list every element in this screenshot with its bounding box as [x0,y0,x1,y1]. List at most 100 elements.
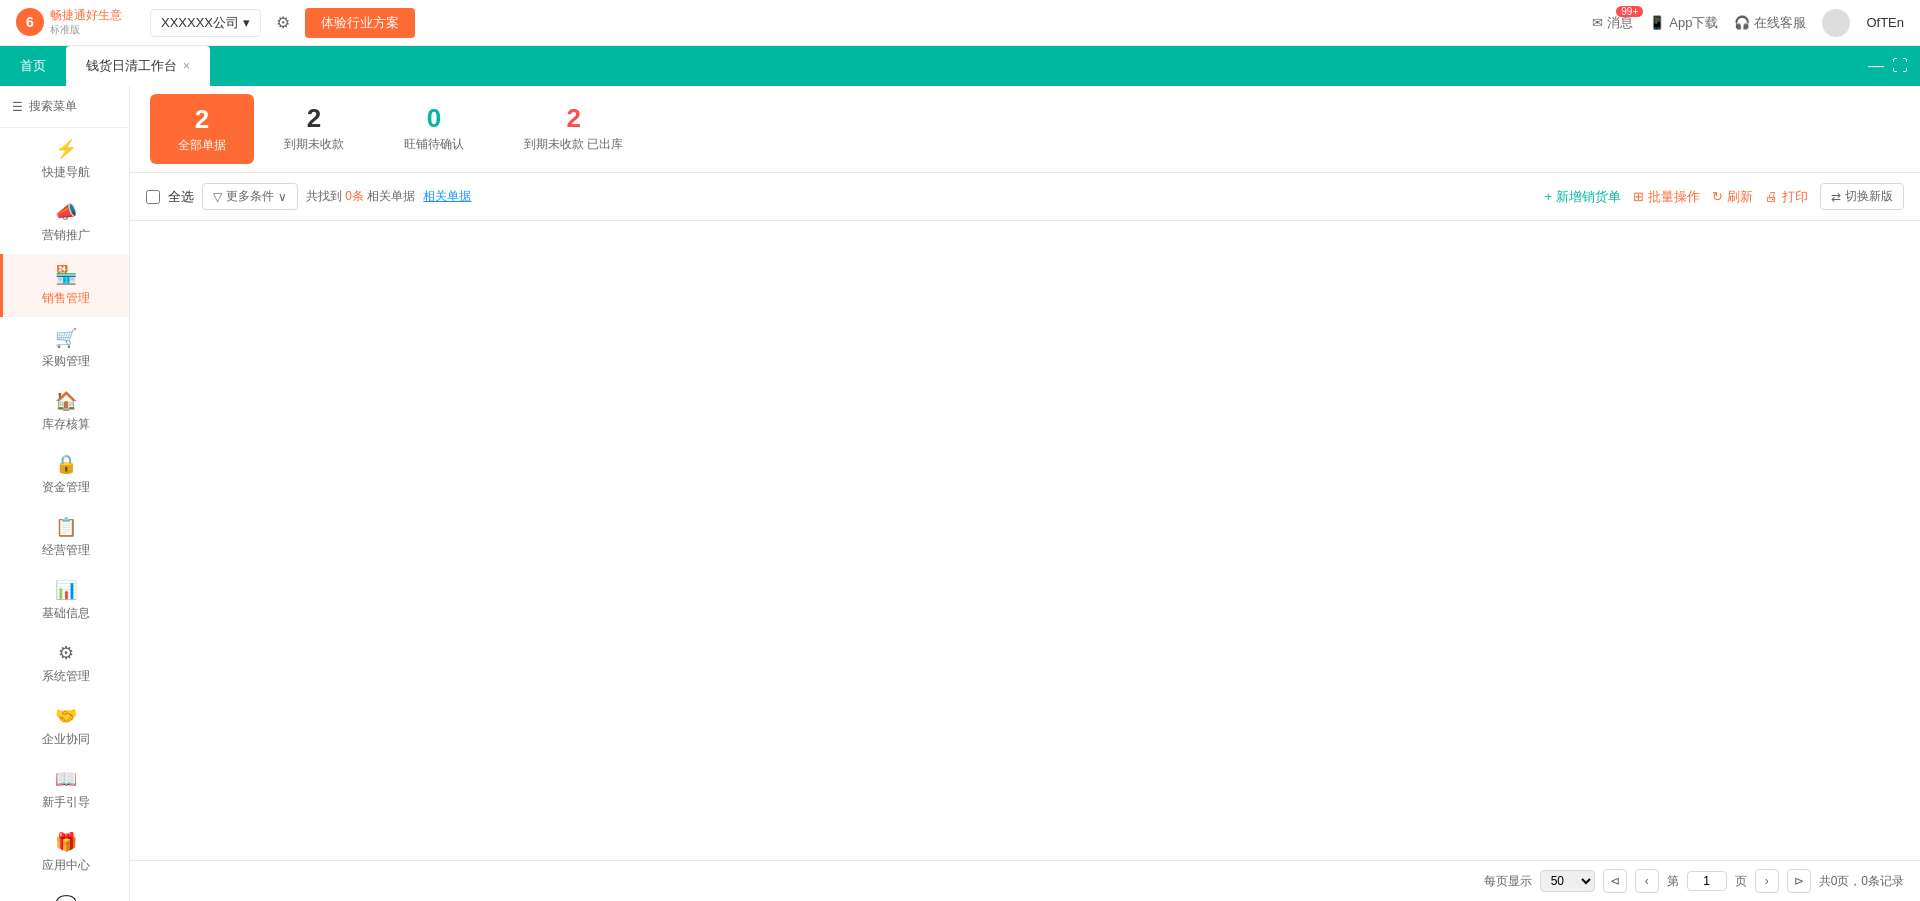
sidebar-label-app-center: 应用中心 [42,857,90,874]
megaphone-icon: 📣 [55,201,77,223]
topbar-left: 6 畅捷通好生意 标准版 XXXXXX公司 ▾ ⚙ 体验行业方案 [16,8,415,38]
stat-card-pending[interactable]: 0 旺铺待确认 [374,86,494,172]
page-size-label: 每页显示 [1484,873,1532,890]
logo-text: 畅捷通好生意 [50,8,122,22]
search-icon: ☰ [12,100,23,114]
print-button[interactable]: 🖨 打印 [1765,188,1808,206]
page-text: 第 [1667,873,1679,890]
settings-button[interactable]: ⚙ [269,9,297,37]
sidebar-item-purchase[interactable]: 🛒 采购管理 [0,317,129,380]
sidebar-item-operations[interactable]: 📋 经营管理 [0,506,129,569]
sidebar-item-basic-info[interactable]: 📊 基础信息 [0,569,129,632]
result-prefix: 共找到 [306,189,342,203]
sidebar-item-corp-wechat[interactable]: 💬 企业微信 [0,884,129,901]
stat-count-overdue: 2 [307,103,321,134]
stat-label-pending: 旺铺待确认 [404,136,464,153]
tab-close-icon[interactable]: × [183,59,190,73]
trial-button[interactable]: 体验行业方案 [305,8,415,38]
page-size-select[interactable]: 50 10 20 100 [1540,870,1595,892]
minimize-icon[interactable]: — [1868,57,1884,75]
page-number-input[interactable] [1687,871,1727,891]
stat-count-pending: 0 [427,103,441,134]
sidebar-item-finance[interactable]: 🔒 资金管理 [0,443,129,506]
first-page-button[interactable]: ⊲ [1603,869,1627,893]
sidebar-item-app-center[interactable]: 🎁 应用中心 [0,821,129,884]
refresh-button[interactable]: ↻ 刷新 [1712,188,1753,206]
sidebar-label-operations: 经营管理 [42,542,90,559]
filter-button[interactable]: ▽ 更多条件 ∨ [202,183,298,210]
switch-icon: ⇄ [1831,190,1841,204]
headset-icon: 🎧 [1734,15,1750,30]
switch-version-button[interactable]: ⇄ 切换新版 [1820,183,1904,210]
related-docs-link[interactable]: 相关单据 [423,188,471,205]
tab-qianhuoricheig[interactable]: 钱货日清工作台 × [66,46,210,86]
sidebar-item-guide[interactable]: 📖 新手引导 [0,758,129,821]
logo-area: 6 畅捷通好生意 标准版 [16,8,122,36]
book-icon: 📖 [55,768,77,790]
sidebar-item-marketing[interactable]: 📣 营销推广 [0,191,129,254]
batch-label: 批量操作 [1648,188,1700,206]
sidebar-label-marketing: 营销推广 [42,227,90,244]
warehouse-icon: 🏠 [55,390,77,412]
stat-card-overdue-out[interactable]: 2 到期未收款 已出库 [494,86,653,172]
company-name: XXXXXX公司 [161,14,239,32]
refresh-label: 刷新 [1727,188,1753,206]
add-sales-order-button[interactable]: + 新增销货单 [1544,188,1621,206]
batch-icon: ⊞ [1633,189,1644,204]
logo-icon: 6 [16,8,44,36]
refresh-icon: ↻ [1712,189,1723,204]
sidebar-label-sales: 销售管理 [42,290,90,307]
stat-cards: 2 全部单据 2 到期未收款 0 旺铺待确认 2 到期未收款 已出库 [130,86,1920,173]
online-service-button[interactable]: 🎧 在线客服 [1734,14,1806,32]
nav-actions: — ⛶ [1868,57,1920,75]
stat-label-overdue-out: 到期未收款 已出库 [524,136,623,153]
phone-icon: 📱 [1649,15,1665,30]
prev-page-button[interactable]: ‹ [1635,869,1659,893]
logo-sub: 标准版 [50,23,122,37]
search-menu-item[interactable]: ☰ 搜索菜单 [0,86,129,128]
company-selector[interactable]: XXXXXX公司 ▾ [150,9,261,37]
sidebar-label-corp-coop: 企业协同 [42,731,90,748]
chevron-icon: ∨ [278,190,287,204]
switch-label: 切换新版 [1845,188,1893,205]
last-page-button[interactable]: ⊳ [1787,869,1811,893]
batch-operation-button[interactable]: ⊞ 批量操作 [1633,188,1700,206]
handshake-icon: 🤝 [55,705,77,727]
message-icon: ✉ [1592,15,1603,30]
result-suffix: 相关单据 [367,189,415,203]
message-badge: 99+ [1616,6,1643,17]
nav-tabs: 首页 钱货日清工作台 × — ⛶ [0,46,1920,86]
app-download-button[interactable]: 📱 App下载 [1649,14,1718,32]
maximize-icon[interactable]: ⛶ [1892,57,1908,75]
sidebar-label-inventory: 库存核算 [42,416,90,433]
message-button[interactable]: ✉ 消息 99+ [1592,14,1633,32]
chevron-down-icon: ▾ [243,15,250,30]
sidebar-item-system[interactable]: ⚙ 系统管理 [0,632,129,695]
topbar-right: ✉ 消息 99+ 📱 App下载 🎧 在线客服 OfTEn [1592,9,1904,37]
active-tab-label: 钱货日清工作台 [86,57,177,75]
next-page-button[interactable]: › [1755,869,1779,893]
empty-state [130,221,1920,860]
stat-card-overdue[interactable]: 2 到期未收款 [254,86,374,172]
clipboard-icon: 📋 [55,516,77,538]
avatar[interactable] [1822,9,1850,37]
stat-card-all[interactable]: 2 全部单据 [150,94,254,164]
result-text: 共找到 0条 相关单据 [306,188,415,205]
filter-label: 更多条件 [226,188,274,205]
username: OfTEn [1866,15,1904,30]
sidebar-item-sales[interactable]: 🏪 销售管理 [0,254,129,317]
sidebar-item-quick-nav[interactable]: ⚡ 快捷导航 [0,128,129,191]
stat-label-all: 全部单据 [178,137,226,154]
toolbar-right: + 新增销货单 ⊞ 批量操作 ↻ 刷新 🖨 打印 ⇄ 切换新版 [1544,183,1904,210]
stat-label-overdue: 到期未收款 [284,136,344,153]
chat-icon: 💬 [55,894,77,901]
select-all-checkbox[interactable] [146,190,160,204]
table-area [130,221,1920,860]
pagination: 每页显示 50 10 20 100 ⊲ ‹ 第 页 › ⊳ 共0页，0条记录 [130,860,1920,901]
sidebar-label-system: 系统管理 [42,668,90,685]
stat-count-all: 2 [195,104,209,135]
sidebar-item-corp-coop[interactable]: 🤝 企业协同 [0,695,129,758]
sidebar-item-inventory[interactable]: 🏠 库存核算 [0,380,129,443]
tab-home[interactable]: 首页 [0,46,66,86]
sidebar-label-quick-nav: 快捷导航 [42,164,90,181]
